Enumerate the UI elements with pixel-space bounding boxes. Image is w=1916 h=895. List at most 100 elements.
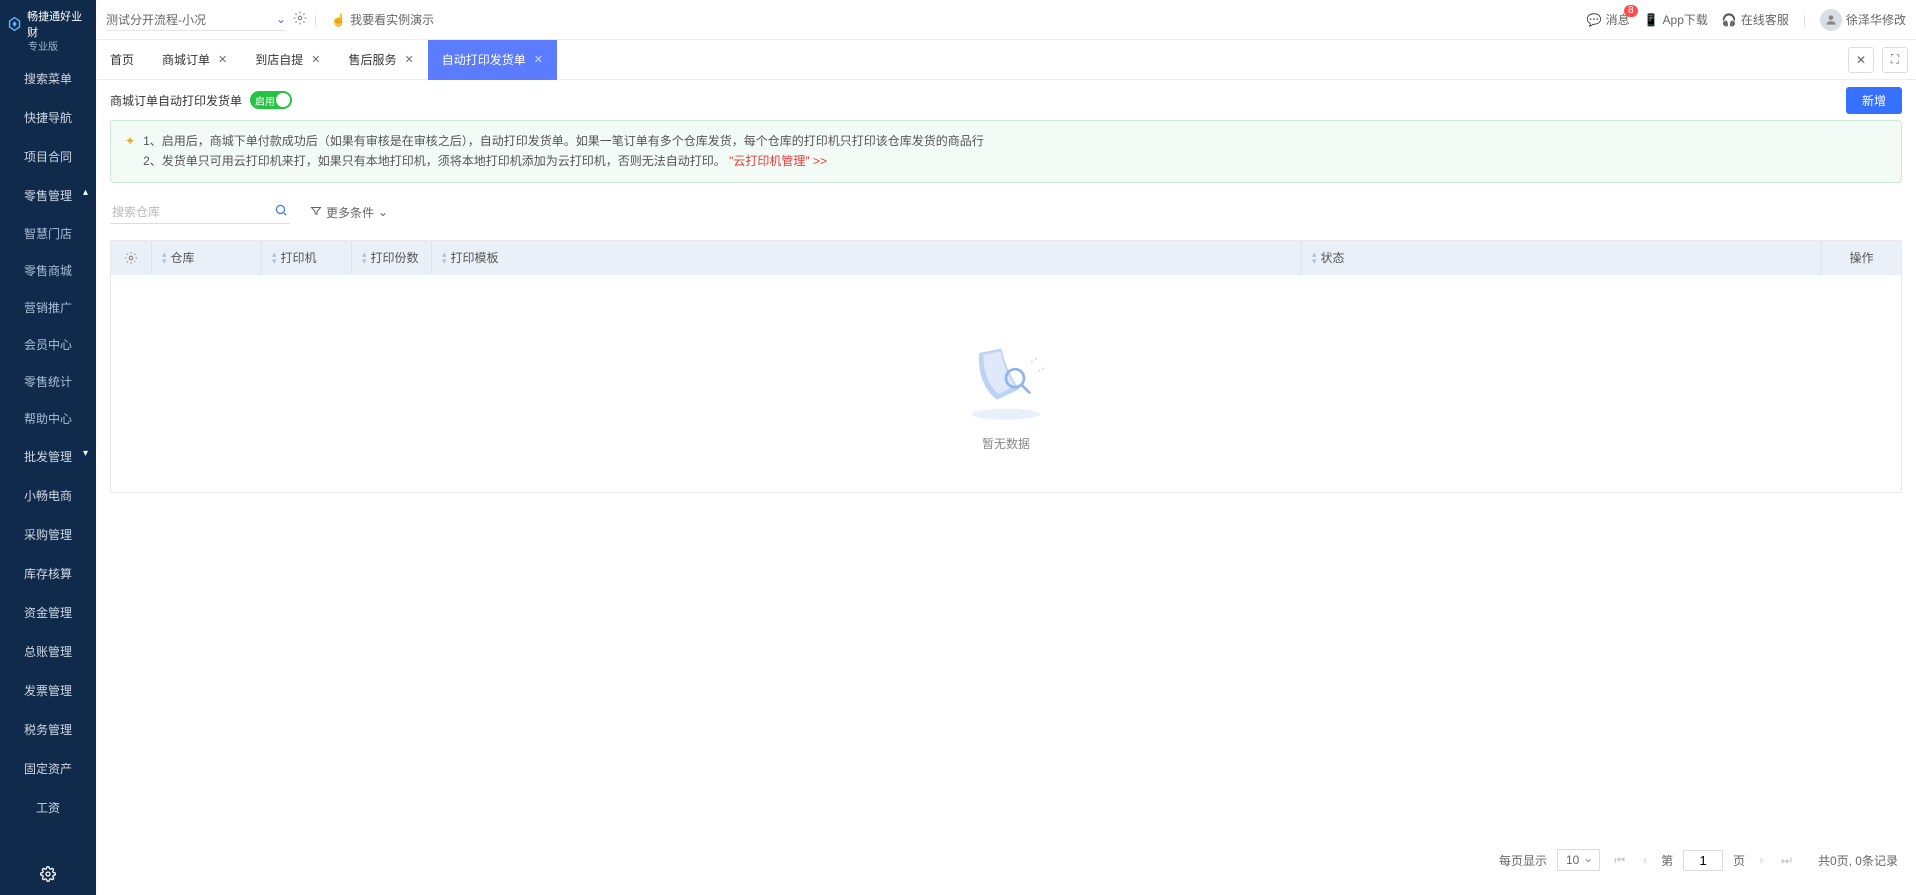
sidebar-item-stats[interactable]: 零售统计 [0, 363, 96, 400]
gear-icon [40, 866, 56, 882]
nav: 搜索菜单快捷导航项目合同零售管理智慧门店零售商城营销推广会员中心零售统计帮助中心… [0, 59, 96, 856]
page-prev-button[interactable]: ‹ [1639, 853, 1651, 867]
sort-icon: ▴▾ [442, 251, 447, 265]
more-conditions-button[interactable]: 更多条件 ⌄ [310, 204, 388, 221]
notice-line-1: 1、启用后，商城下单付款成功后（如果有审核是在审核之后），自动打印发货单。如果一… [143, 131, 984, 151]
tab-0[interactable]: 首页 [96, 40, 148, 80]
toolbar: 商城订单自动打印发货单 启用 新增 [96, 80, 1916, 120]
col-operation: 操作 [1821, 241, 1901, 275]
cloud-printer-link[interactable]: "云打印机管理" >> [729, 154, 827, 168]
tab-label: 商城订单 [162, 51, 210, 68]
brand-logo: 畅捷通好业财 [0, 0, 96, 42]
toggle-label: 商城订单自动打印发货单 [110, 92, 242, 109]
pagination: 每页显示 10 ⏮ ‹ 第 页 › ⏭ 共0页, 0条记录 [110, 839, 1902, 881]
customer-service-button[interactable]: 🎧 在线客服 [1722, 11, 1789, 28]
table-settings-button[interactable] [111, 241, 151, 275]
sidebar-item-retail[interactable]: 零售管理 [0, 176, 96, 215]
sidebar-item-wholesale[interactable]: 批发管理 [0, 437, 96, 476]
chevron-down-icon: ⌄ [276, 12, 286, 26]
toggle-knob [276, 93, 290, 107]
filter-row: 更多条件 ⌄ [110, 201, 1902, 224]
tab-label: 到店自提 [255, 51, 303, 68]
notice-line-2: 2、发货单只可用云打印机来打，如果只有本地打印机，须将本地打印机添加为云打印机，… [143, 154, 726, 168]
sidebar-item-project[interactable]: 项目合同 [0, 137, 96, 176]
sidebar-item-inventory[interactable]: 库存核算 [0, 554, 96, 593]
brand-name: 畅捷通好业财 [27, 8, 90, 40]
col-template[interactable]: ▴▾打印模板 [431, 241, 1301, 275]
fullscreen-button[interactable]: ⛶ [1882, 47, 1908, 73]
sidebar-item-funds[interactable]: 资金管理 [0, 593, 96, 632]
user-menu[interactable]: 徐泽华修改 [1820, 9, 1906, 31]
empty-state: 暂无数据 [111, 275, 1901, 492]
col-status[interactable]: ▴▾状态 [1301, 241, 1821, 275]
close-all-tabs-button[interactable]: ✕ [1848, 47, 1874, 73]
project-selector[interactable]: 测试分开流程-小况 ⌄ [106, 9, 286, 31]
empty-text: 暂无数据 [982, 435, 1030, 452]
sidebar-item-search[interactable]: 搜索菜单 [0, 59, 96, 98]
sidebar-item-member[interactable]: 会员中心 [0, 326, 96, 363]
tab-label: 首页 [110, 51, 134, 68]
sort-icon: ▴▾ [162, 251, 167, 265]
page-summary: 共0页, 0条记录 [1818, 852, 1898, 869]
user-name: 徐泽华修改 [1846, 11, 1906, 28]
close-icon[interactable]: ✕ [218, 53, 227, 66]
per-page-label: 每页显示 [1499, 852, 1547, 869]
tab-label: 售后服务 [348, 51, 396, 68]
messages-badge: 8 [1624, 5, 1638, 17]
col-warehouse[interactable]: ▴▾仓库 [151, 241, 261, 275]
brand-edition: 专业版 [0, 38, 96, 59]
tab-4[interactable]: 自动打印发货单 ✕ [428, 40, 557, 80]
content: ✦ 1、启用后，商城下单付款成功后（如果有审核是在审核之后），自动打印发货单。如… [96, 120, 1916, 895]
sidebar-item-help[interactable]: 帮助中心 [0, 400, 96, 437]
sidebar-item-invoice[interactable]: 发票管理 [0, 671, 96, 710]
close-icon[interactable]: ✕ [405, 53, 414, 66]
gear-icon [124, 251, 138, 265]
sidebar-settings[interactable] [0, 856, 96, 895]
sidebar-item-tax[interactable]: 税务管理 [0, 710, 96, 749]
close-icon[interactable]: ✕ [534, 53, 543, 66]
col-printer[interactable]: ▴▾打印机 [261, 241, 351, 275]
search-icon[interactable] [274, 203, 288, 220]
sidebar-item-salary[interactable]: 工资 [0, 788, 96, 827]
app-download-label: App下载 [1663, 11, 1708, 28]
tab-label: 自动打印发货单 [442, 51, 526, 68]
sidebar-item-gl[interactable]: 总账管理 [0, 632, 96, 671]
logo-icon [6, 15, 23, 33]
project-settings[interactable] [286, 11, 314, 28]
notice-box: ✦ 1、启用后，商城下单付款成功后（如果有审核是在审核之后），自动打印发货单。如… [110, 120, 1902, 183]
tab-2[interactable]: 到店自提 ✕ [241, 40, 334, 80]
app-download-button[interactable]: 📱 App下载 [1644, 11, 1708, 28]
sidebar-item-purchase[interactable]: 采购管理 [0, 515, 96, 554]
page-first-button[interactable]: ⏮ [1610, 853, 1629, 868]
page-input[interactable] [1683, 850, 1723, 871]
user-icon [1824, 13, 1838, 27]
gear-icon [293, 11, 307, 25]
tab-1[interactable]: 商城订单 ✕ [148, 40, 241, 80]
warehouse-search-input[interactable] [110, 201, 290, 224]
sidebar-item-promo[interactable]: 营销推广 [0, 289, 96, 326]
project-name: 测试分开流程-小况 [106, 11, 206, 28]
close-icon[interactable]: ✕ [311, 53, 320, 66]
sidebar-item-quick[interactable]: 快捷导航 [0, 98, 96, 137]
page-label-right: 页 [1733, 852, 1745, 869]
sidebar-item-mall[interactable]: 零售商城 [0, 252, 96, 289]
table: ▴▾仓库 ▴▾打印机 ▴▾打印份数 ▴▾打印模板 ▴▾状态 操作 暂无数据 [110, 240, 1902, 493]
messages-button[interactable]: 💬 消息 8 [1587, 11, 1630, 28]
demo-link-label: 我要看实例演示 [350, 11, 434, 28]
add-button[interactable]: 新增 [1846, 87, 1902, 114]
toggle-state-text: 启用 [255, 93, 275, 108]
bulb-icon: ✦ [125, 131, 135, 172]
sidebar-item-store[interactable]: 智慧门店 [0, 215, 96, 252]
demo-link[interactable]: ☝ 我要看实例演示 [331, 11, 434, 28]
chevron-down-icon: ⌄ [378, 205, 388, 219]
empty-icon [951, 335, 1061, 425]
sidebar-item-ecom[interactable]: 小畅电商 [0, 476, 96, 515]
enable-toggle[interactable]: 启用 [250, 91, 292, 109]
customer-service-label: 在线客服 [1741, 11, 1789, 28]
col-copies[interactable]: ▴▾打印份数 [351, 241, 431, 275]
per-page-select[interactable]: 10 [1557, 849, 1600, 871]
page-next-button[interactable]: › [1755, 853, 1767, 867]
page-last-button[interactable]: ⏭ [1777, 853, 1796, 868]
sidebar-item-asset[interactable]: 固定资产 [0, 749, 96, 788]
tab-3[interactable]: 售后服务 ✕ [334, 40, 427, 80]
